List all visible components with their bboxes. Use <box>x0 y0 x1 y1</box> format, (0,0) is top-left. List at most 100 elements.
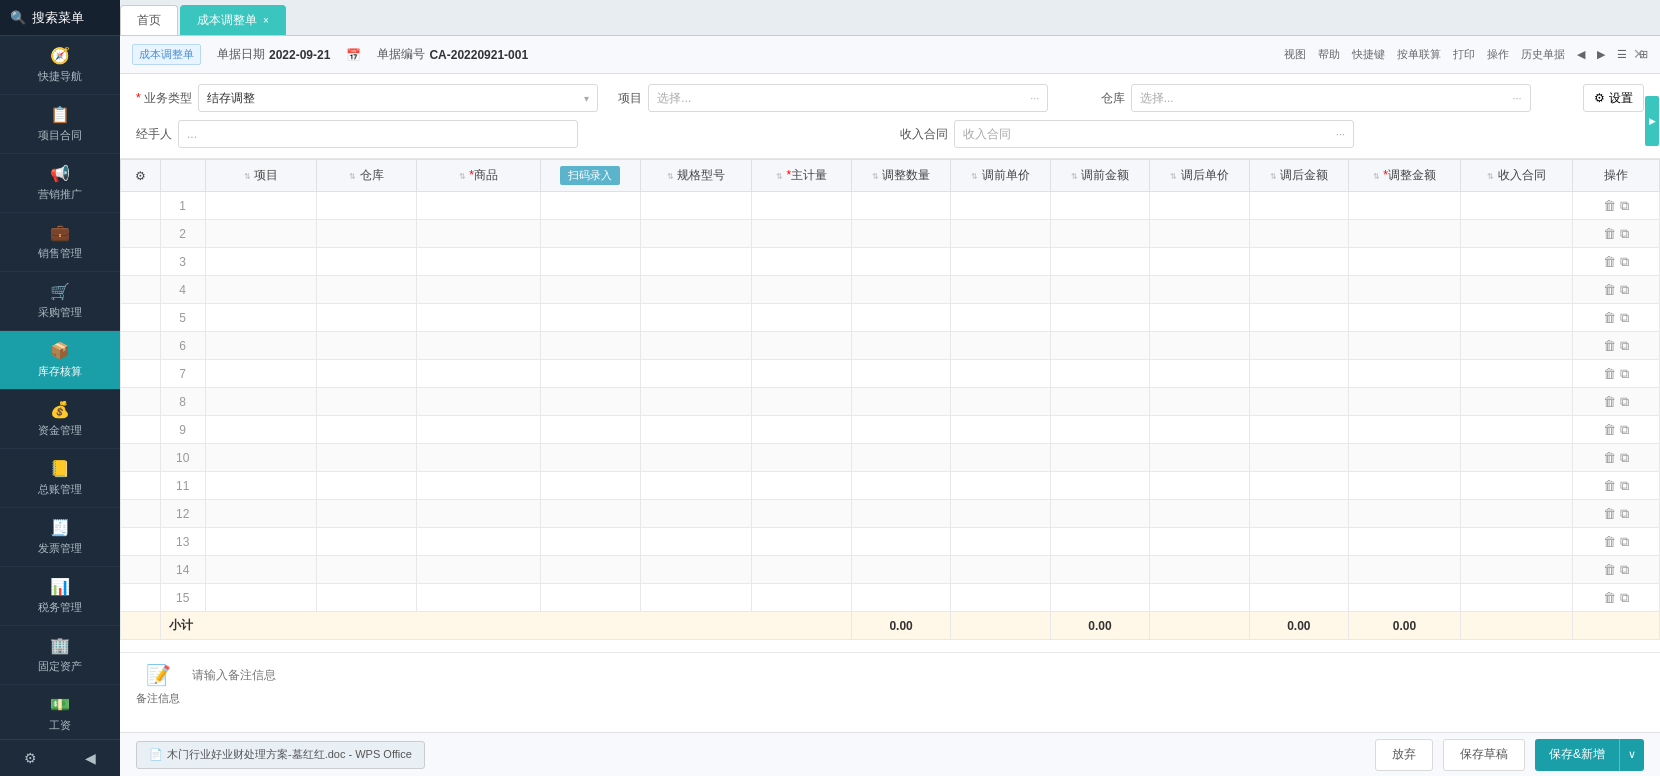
cell-adj-qty-6[interactable] <box>851 332 950 360</box>
cell-post-amt-2[interactable] <box>1249 220 1348 248</box>
cell-pre-amt-8[interactable] <box>1050 388 1149 416</box>
settings-icon[interactable]: ⚙ <box>24 750 37 766</box>
calendar-icon[interactable]: 📅 <box>346 48 361 62</box>
cell-adj-amt-14[interactable] <box>1349 556 1461 584</box>
toolbar-item-打印[interactable]: 打印 <box>1453 47 1475 62</box>
th-warehouse[interactable]: ⇅ 仓库 <box>317 160 416 192</box>
sort-pre-price-icon[interactable]: ⇅ <box>971 172 978 181</box>
cell-goods-11[interactable] <box>416 472 540 500</box>
th-post-amt[interactable]: ⇅ 调后金额 <box>1249 160 1348 192</box>
cell-warehouse-10[interactable] <box>317 444 416 472</box>
cell-warehouse-14[interactable] <box>317 556 416 584</box>
scan-button[interactable]: 扫码录入 <box>560 166 620 185</box>
cell-warehouse-3[interactable] <box>317 248 416 276</box>
cell-goods-15[interactable] <box>416 584 540 612</box>
cell-post-price-8[interactable] <box>1150 388 1249 416</box>
th-project[interactable]: ⇅ 项目 <box>205 160 317 192</box>
cell-spec-2[interactable] <box>640 220 752 248</box>
cell-adj-qty-15[interactable] <box>851 584 950 612</box>
cell-spec-10[interactable] <box>640 444 752 472</box>
cell-project-9[interactable] <box>205 416 317 444</box>
cell-post-price-1[interactable] <box>1150 192 1249 220</box>
th-goods[interactable]: ⇅ *商品 <box>416 160 540 192</box>
copy-icon-15[interactable]: ⧉ <box>1620 590 1629 606</box>
cell-post-price-14[interactable] <box>1150 556 1249 584</box>
business-type-input[interactable]: 结存调整 ▾ <box>198 84 598 112</box>
cell-post-price-15[interactable] <box>1150 584 1249 612</box>
cell-post-amt-11[interactable] <box>1249 472 1348 500</box>
cell-warehouse-13[interactable] <box>317 528 416 556</box>
cell-pre-price-1[interactable] <box>951 192 1050 220</box>
save-draft-button[interactable]: 保存草稿 <box>1443 739 1525 771</box>
cell-warehouse-15[interactable] <box>317 584 416 612</box>
tab-close-cost-adjustment[interactable]: × <box>263 15 269 26</box>
cell-adj-qty-1[interactable] <box>851 192 950 220</box>
cell-unit-3[interactable] <box>752 248 851 276</box>
cell-goods-8[interactable] <box>416 388 540 416</box>
copy-icon-7[interactable]: ⧉ <box>1620 366 1629 382</box>
cell-spec-14[interactable] <box>640 556 752 584</box>
cell-unit-8[interactable] <box>752 388 851 416</box>
sidebar-item-fund-management[interactable]: 💰资金管理 <box>0 390 120 449</box>
cell-project-4[interactable] <box>205 276 317 304</box>
cell-post-amt-5[interactable] <box>1249 304 1348 332</box>
cell-pre-amt-11[interactable] <box>1050 472 1149 500</box>
window-close-icon[interactable]: × <box>1633 44 1644 65</box>
th-settings[interactable]: ⚙ <box>121 160 161 192</box>
cell-adj-amt-15[interactable] <box>1349 584 1461 612</box>
cell-income-5[interactable] <box>1460 304 1572 332</box>
copy-icon-10[interactable]: ⧉ <box>1620 450 1629 466</box>
cell-post-price-13[interactable] <box>1150 528 1249 556</box>
cell-goods-1[interactable] <box>416 192 540 220</box>
cell-income-7[interactable] <box>1460 360 1572 388</box>
sort-post-price-icon[interactable]: ⇅ <box>1170 172 1177 181</box>
cell-adj-amt-3[interactable] <box>1349 248 1461 276</box>
cell-adj-qty-10[interactable] <box>851 444 950 472</box>
cell-warehouse-4[interactable] <box>317 276 416 304</box>
sort-warehouse-icon[interactable]: ⇅ <box>349 172 356 181</box>
cell-project-5[interactable] <box>205 304 317 332</box>
th-adj-amt[interactable]: ⇅ *调整金额 <box>1349 160 1461 192</box>
cell-adj-amt-13[interactable] <box>1349 528 1461 556</box>
cell-project-8[interactable] <box>205 388 317 416</box>
cell-post-price-6[interactable] <box>1150 332 1249 360</box>
cell-warehouse-2[interactable] <box>317 220 416 248</box>
cell-income-15[interactable] <box>1460 584 1572 612</box>
cell-post-amt-8[interactable] <box>1249 388 1348 416</box>
cell-income-10[interactable] <box>1460 444 1572 472</box>
cell-adj-amt-8[interactable] <box>1349 388 1461 416</box>
cell-adj-amt-9[interactable] <box>1349 416 1461 444</box>
cell-adj-amt-4[interactable] <box>1349 276 1461 304</box>
cell-income-13[interactable] <box>1460 528 1572 556</box>
copy-icon-13[interactable]: ⧉ <box>1620 534 1629 550</box>
copy-icon-8[interactable]: ⧉ <box>1620 394 1629 410</box>
cell-adj-amt-12[interactable] <box>1349 500 1461 528</box>
cell-spec-6[interactable] <box>640 332 752 360</box>
cell-pre-price-10[interactable] <box>951 444 1050 472</box>
cell-pre-amt-5[interactable] <box>1050 304 1149 332</box>
cell-project-2[interactable] <box>205 220 317 248</box>
cell-post-price-2[interactable] <box>1150 220 1249 248</box>
copy-icon-1[interactable]: ⧉ <box>1620 198 1629 214</box>
cell-goods-2[interactable] <box>416 220 540 248</box>
copy-icon-9[interactable]: ⧉ <box>1620 422 1629 438</box>
cell-income-8[interactable] <box>1460 388 1572 416</box>
cell-pre-price-9[interactable] <box>951 416 1050 444</box>
copy-icon-5[interactable]: ⧉ <box>1620 310 1629 326</box>
cell-pre-amt-3[interactable] <box>1050 248 1149 276</box>
cell-post-amt-14[interactable] <box>1249 556 1348 584</box>
delete-icon-6[interactable]: 🗑 <box>1603 338 1616 354</box>
cell-pre-amt-15[interactable] <box>1050 584 1149 612</box>
project-more-icon[interactable]: ··· <box>1030 92 1039 104</box>
sidebar-item-payroll[interactable]: 💵工资 <box>0 685 120 739</box>
cell-post-amt-1[interactable] <box>1249 192 1348 220</box>
nav-prev-icon[interactable]: ◀ <box>1577 48 1585 61</box>
delete-icon-4[interactable]: 🗑 <box>1603 282 1616 298</box>
sort-pre-amt-icon[interactable]: ⇅ <box>1071 172 1078 181</box>
cell-post-amt-3[interactable] <box>1249 248 1348 276</box>
th-spec[interactable]: ⇅ 规格型号 <box>640 160 752 192</box>
sidebar-item-tax-management[interactable]: 📊税务管理 <box>0 567 120 626</box>
cell-pre-price-15[interactable] <box>951 584 1050 612</box>
cell-goods-4[interactable] <box>416 276 540 304</box>
toolbar-item-操作[interactable]: 操作 <box>1487 47 1509 62</box>
